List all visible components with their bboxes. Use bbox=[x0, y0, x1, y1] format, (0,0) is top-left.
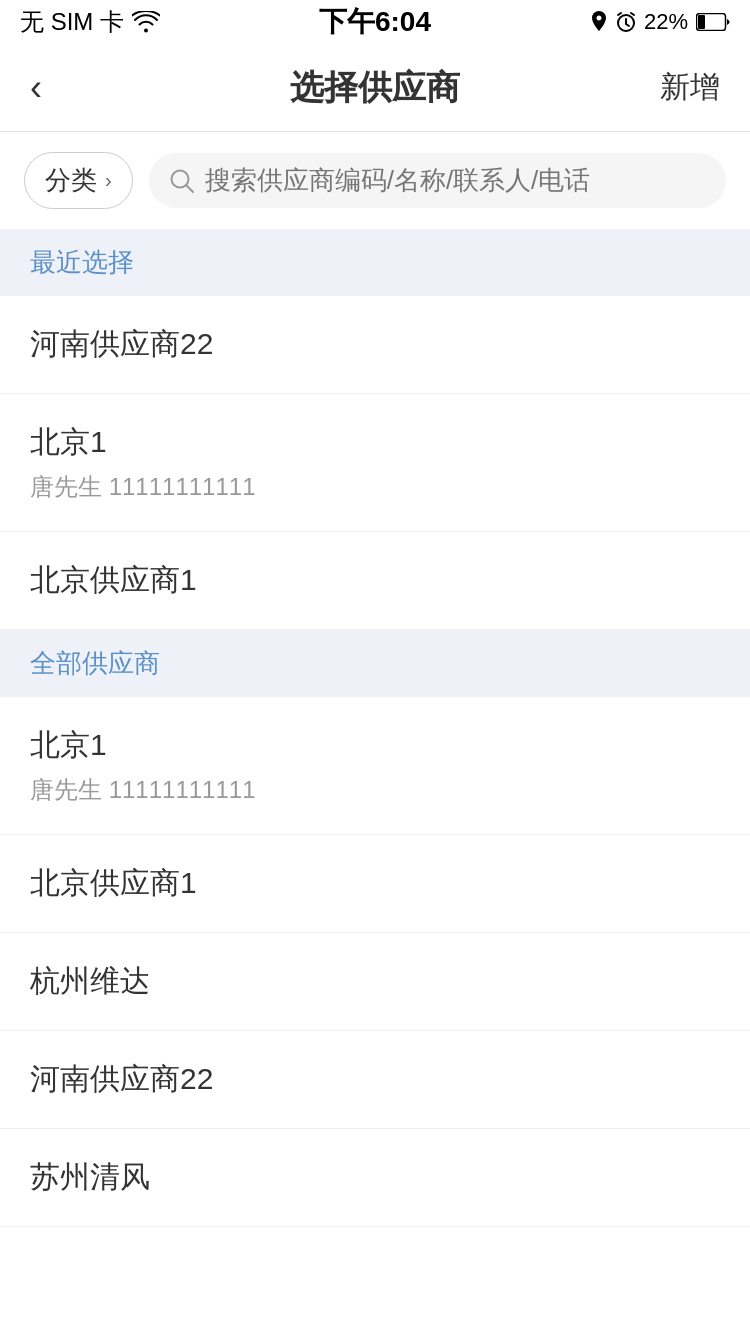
status-right: 22% bbox=[590, 9, 730, 35]
list-item[interactable]: 河南供应商22 bbox=[0, 296, 750, 394]
item-name: 北京供应商1 bbox=[30, 863, 720, 904]
all-items-list: 北京1 唐先生 11111111111 北京供应商1 杭州维达 河南供应商22 … bbox=[0, 697, 750, 1227]
item-name: 河南供应商22 bbox=[30, 1059, 720, 1100]
nav-bar: ‹ 选择供应商 新增 bbox=[0, 44, 750, 132]
location-icon bbox=[590, 11, 608, 33]
search-box[interactable] bbox=[149, 153, 726, 208]
recent-items-list: 河南供应商22 北京1 唐先生 11111111111 北京供应商1 bbox=[0, 296, 750, 630]
battery-icon bbox=[696, 13, 730, 31]
list-item[interactable]: 北京供应商1 bbox=[0, 532, 750, 630]
status-time: 下午6:04 bbox=[319, 3, 431, 41]
item-name: 河南供应商22 bbox=[30, 324, 720, 365]
list-item[interactable]: 苏州清风 bbox=[0, 1129, 750, 1227]
status-left: 无 SIM 卡 bbox=[20, 6, 160, 38]
list-item[interactable]: 北京供应商1 bbox=[0, 835, 750, 933]
item-name: 北京1 bbox=[30, 725, 720, 766]
recent-section-header: 最近选择 bbox=[0, 229, 750, 296]
page-title: 选择供应商 bbox=[290, 65, 460, 111]
battery-text: 22% bbox=[644, 9, 688, 35]
recent-section-label: 最近选择 bbox=[30, 247, 134, 277]
all-section-header: 全部供应商 bbox=[0, 630, 750, 697]
chevron-right-icon: › bbox=[105, 169, 112, 192]
item-name: 北京1 bbox=[30, 422, 720, 463]
list-item[interactable]: 杭州维达 bbox=[0, 933, 750, 1031]
list-item[interactable]: 河南供应商22 bbox=[0, 1031, 750, 1129]
search-icon bbox=[169, 168, 195, 194]
item-name: 杭州维达 bbox=[30, 961, 720, 1002]
list-item[interactable]: 北京1 唐先生 11111111111 bbox=[0, 394, 750, 532]
category-label: 分类 bbox=[45, 163, 97, 198]
search-input[interactable] bbox=[205, 165, 706, 196]
category-filter-button[interactable]: 分类 › bbox=[24, 152, 133, 209]
item-detail: 唐先生 11111111111 bbox=[30, 774, 720, 806]
filter-bar: 分类 › bbox=[0, 132, 750, 229]
add-button[interactable]: 新增 bbox=[660, 67, 720, 108]
wifi-icon bbox=[132, 11, 160, 33]
no-sim-text: 无 SIM 卡 bbox=[20, 6, 124, 38]
back-button[interactable]: ‹ bbox=[30, 67, 90, 109]
item-name: 北京供应商1 bbox=[30, 560, 720, 601]
item-detail: 唐先生 11111111111 bbox=[30, 471, 720, 503]
item-name: 苏州清风 bbox=[30, 1157, 720, 1198]
all-section-label: 全部供应商 bbox=[30, 648, 160, 678]
alarm-icon bbox=[616, 11, 636, 33]
list-item[interactable]: 北京1 唐先生 11111111111 bbox=[0, 697, 750, 835]
status-bar: 无 SIM 卡 下午6:04 22% bbox=[0, 0, 750, 44]
svg-line-4 bbox=[186, 185, 193, 192]
svg-rect-2 bbox=[698, 15, 705, 29]
